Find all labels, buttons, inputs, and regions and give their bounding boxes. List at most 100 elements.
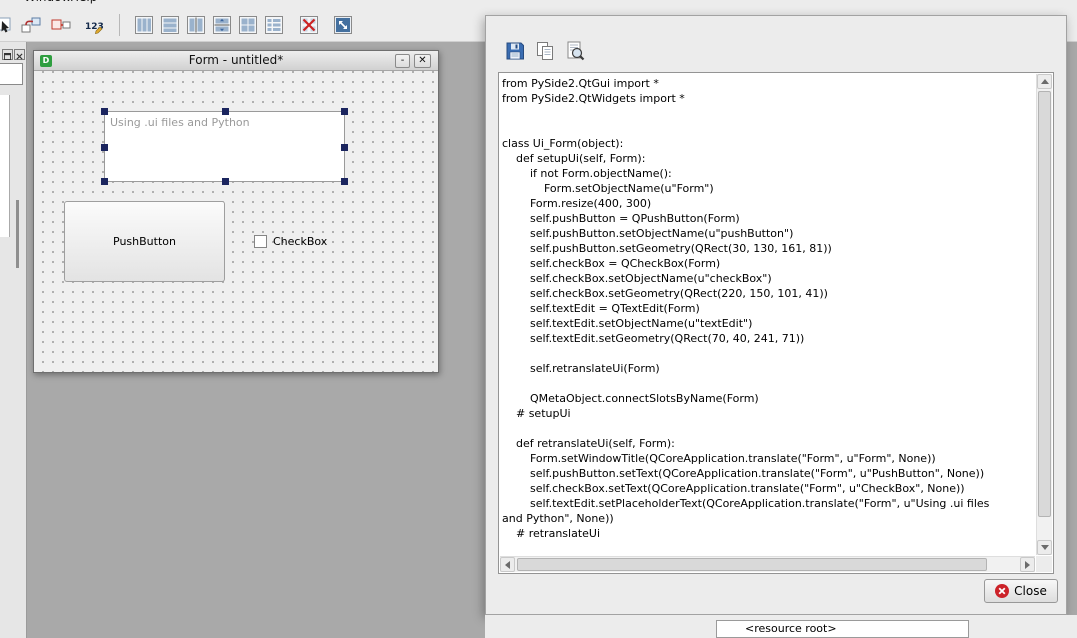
save-button[interactable] <box>502 38 528 64</box>
layout-grid-icon <box>237 14 259 36</box>
code-line: self.checkBox.setObjectName(u"checkBox") <box>502 271 1033 286</box>
selection-handle[interactable] <box>222 178 229 185</box>
close-button-icon <box>995 584 1009 598</box>
selection-handle[interactable] <box>101 178 108 185</box>
copy-button[interactable] <box>532 38 558 64</box>
horizontal-scroll-thumb[interactable] <box>517 558 987 571</box>
adjust-size-button[interactable] <box>330 12 356 38</box>
code-line: class Ui_Form(object): <box>502 136 1033 151</box>
code-line: Form.resize(400, 300) <box>502 196 1033 211</box>
code-line: self.pushButton.setText(QCoreApplication… <box>502 466 1033 481</box>
break-layout-icon <box>298 14 320 36</box>
copy-icon <box>534 40 556 62</box>
find-icon <box>564 40 586 62</box>
layout-splitter-horizontal-button[interactable] <box>183 12 209 38</box>
save-icon <box>504 40 526 62</box>
layout-vertical-icon <box>159 14 181 36</box>
code-line: self.pushButton = QPushButton(Form) <box>502 211 1033 226</box>
code-line <box>502 106 1033 121</box>
code-line: self.checkBox.setGeometry(QRect(220, 150… <box>502 286 1033 301</box>
code-line: self.checkBox.setText(QCoreApplication.t… <box>502 481 1033 496</box>
scroll-left-button[interactable] <box>500 557 515 572</box>
pushbutton-widget[interactable]: PushButton <box>64 201 225 282</box>
code-line: self.pushButton.setGeometry(QRect(30, 13… <box>502 241 1033 256</box>
code-line <box>502 421 1033 436</box>
checkbox-indicator[interactable] <box>254 235 267 248</box>
edit-widgets-button[interactable] <box>0 12 17 38</box>
code-line: self.textEdit.setGeometry(QRect(70, 40, … <box>502 331 1033 346</box>
textedit-selection: Using .ui files and Python <box>104 111 345 182</box>
code-line: self.pushButton.setObjectName(u"pushButt… <box>502 226 1033 241</box>
horizontal-scrollbar[interactable] <box>500 556 1035 572</box>
scroll-down-button[interactable] <box>1037 540 1052 555</box>
close-button[interactable]: Close <box>984 579 1058 603</box>
edit-tab-order-icon: 123 <box>82 14 104 36</box>
edit-widgets-icon <box>0 14 15 36</box>
form-close-button[interactable]: ✕ <box>414 54 431 68</box>
form-window-titlebar[interactable]: D Form - untitled* - ✕ <box>34 51 438 71</box>
selection-handle[interactable] <box>341 108 348 115</box>
code-line: self.textEdit.setPlaceholderText(QCoreAp… <box>502 496 1033 511</box>
widget-box-scrollbar[interactable] <box>16 200 19 268</box>
code-line: if not Form.objectName(): <box>502 166 1033 181</box>
selection-handle[interactable] <box>341 144 348 151</box>
adjust-size-icon <box>332 14 354 36</box>
code-lines: from PySide2.QtGui import *from PySide2.… <box>502 76 1033 553</box>
layout-horizontal-button[interactable] <box>131 12 157 38</box>
resource-browser-strip: <resource root> <box>485 615 1077 638</box>
menu-window[interactable]: Window <box>24 0 71 4</box>
selection-handle[interactable] <box>101 108 108 115</box>
form-window-title: Form - untitled* <box>34 53 438 67</box>
edit-signals-slots-button[interactable] <box>18 12 44 38</box>
code-line: self.textEdit.setObjectName(u"textEdit") <box>502 316 1033 331</box>
code-line <box>502 346 1033 361</box>
code-line: self.textEdit = QTextEdit(Form) <box>502 301 1033 316</box>
layout-vertical-button[interactable] <box>157 12 183 38</box>
layout-splitter-vertical-button[interactable] <box>209 12 235 38</box>
layout-form-button[interactable] <box>261 12 287 38</box>
layout-grid-button[interactable] <box>235 12 261 38</box>
arrow-left-icon <box>505 561 510 569</box>
resource-browser-panel: <resource root> <box>716 620 969 638</box>
code-line: # retranslateUi <box>502 526 1033 541</box>
vertical-scrollbar[interactable] <box>1036 74 1052 555</box>
close-button-label: Close <box>1014 584 1047 598</box>
dock-float-button[interactable] <box>2 49 13 60</box>
layout-splitter-horizontal-icon <box>185 14 207 36</box>
dock-float-icon <box>4 45 11 64</box>
textedit-widget[interactable]: Using .ui files and Python <box>104 111 345 182</box>
layout-horizontal-icon <box>133 14 155 36</box>
code-line: def retranslateUi(self, Form): <box>502 436 1033 451</box>
code-line: # setupUi <box>502 406 1033 421</box>
form-minimize-button[interactable]: - <box>395 54 410 68</box>
code-line: Form.setObjectName(u"Form") <box>502 181 1033 196</box>
selection-handle[interactable] <box>101 144 108 151</box>
edit-buddies-button[interactable] <box>48 12 74 38</box>
edit-buddies-icon <box>50 14 72 36</box>
code-line: self.retranslateUi(Form) <box>502 361 1033 376</box>
find-button[interactable] <box>562 38 588 64</box>
form-editor-window[interactable]: D Form - untitled* - ✕ Using .ui files a… <box>33 50 439 373</box>
scroll-up-button[interactable] <box>1037 74 1052 89</box>
selection-handle[interactable] <box>341 178 348 185</box>
layout-splitter-vertical-icon <box>211 14 233 36</box>
checkbox-widget[interactable]: CheckBox <box>254 221 355 262</box>
widget-box-list[interactable] <box>0 95 10 237</box>
resource-root-item[interactable]: <resource root> <box>717 621 968 637</box>
selection-handle[interactable] <box>222 108 229 115</box>
arrow-down-icon <box>1041 545 1049 550</box>
code-line: and Python", None)) <box>502 511 1033 526</box>
arrow-right-icon <box>1025 561 1030 569</box>
edit-tab-order-button[interactable]: 123 <box>80 12 106 38</box>
dock-close-button[interactable] <box>14 49 25 60</box>
widget-filter-input[interactable] <box>0 63 23 85</box>
code-view[interactable]: from PySide2.QtGui import *from PySide2.… <box>498 72 1054 574</box>
break-layout-button[interactable] <box>296 12 322 38</box>
vertical-scroll-thumb[interactable] <box>1038 91 1051 517</box>
code-line: def setupUi(self, Form): <box>502 151 1033 166</box>
form-canvas[interactable]: Using .ui files and Python PushButton Ch… <box>34 71 438 372</box>
scroll-right-button[interactable] <box>1020 557 1035 572</box>
checkbox-label: CheckBox <box>273 235 327 248</box>
menu-help[interactable]: Help <box>70 0 97 4</box>
code-preview-dialog: from PySide2.QtGui import *from PySide2.… <box>485 15 1067 615</box>
